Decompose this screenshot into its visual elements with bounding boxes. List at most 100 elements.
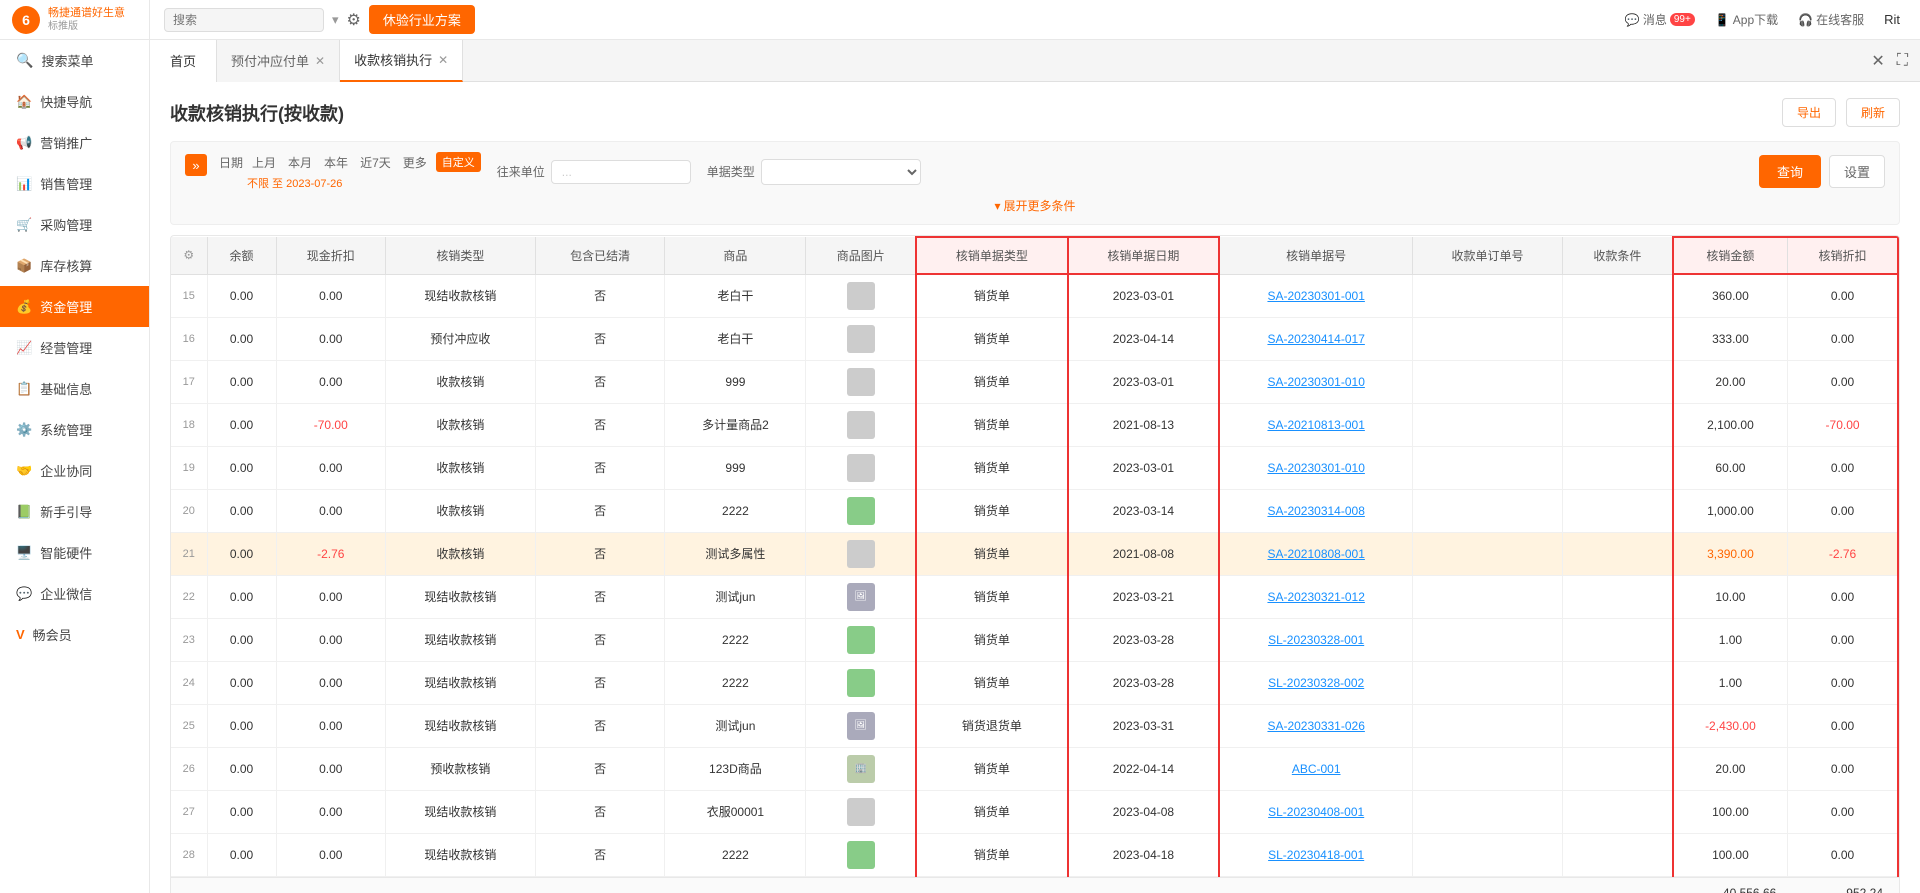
date-custom[interactable]: 自定义 [436,152,481,172]
row-product: 老白干 [665,274,806,317]
row-product: 测试jun [665,575,806,618]
row-dan-type: 销货单 [916,575,1068,618]
date-more[interactable]: 更多 [400,153,430,172]
sidebar-item-hardware[interactable]: 🖥️ 智能硬件 [0,532,149,573]
row-product: 老白干 [665,317,806,360]
row-product: 2222 [665,661,806,704]
row-settled: 否 [535,704,665,747]
row-product-img: 🖼 [806,575,916,618]
sidebar-item-shortcut[interactable]: 🏠 快捷导航 [0,81,149,122]
row-product: 测试jun [665,704,806,747]
sidebar-item-search[interactable]: 🔍 搜索菜单 [0,40,149,81]
tab-prepay-close[interactable]: ✕ [315,54,325,68]
expand-down-icon: ▾ [994,199,1000,213]
row-dan-no[interactable]: SA-20230314-008 [1219,489,1412,532]
row-hexiao-type: 现结收款核销 [385,704,535,747]
row-hexiao-amount: -2,430.00 [1673,704,1788,747]
from-unit-input[interactable]: ... [551,160,691,184]
sidebar-item-guide[interactable]: 📗 新手引导 [0,491,149,532]
row-num: 22 [171,575,207,618]
row-cash-discount: 0.00 [276,446,385,489]
tab-close-btn[interactable]: ✕ [1867,47,1888,75]
row-product-img [806,403,916,446]
industry-btn[interactable]: 休验行业方案 [369,5,475,34]
row-product: 999 [665,360,806,403]
row-sk-no [1413,532,1563,575]
tab-receipts[interactable]: 收款核销执行 ✕ [340,40,463,82]
date-7days[interactable]: 近7天 [357,153,394,172]
row-num: 24 [171,661,207,704]
row-hexiao-amount: 1.00 [1673,618,1788,661]
col-gear-header[interactable]: ⚙ [171,237,207,274]
total-discount: 952.24 [1846,886,1883,893]
row-dan-type: 销货单 [916,446,1068,489]
row-sk-no [1413,446,1563,489]
online-service-btn[interactable]: 🎧 在线客服 [1798,11,1864,28]
top-search-input[interactable] [164,8,324,32]
sidebar-item-operation[interactable]: 📈 经营管理 [0,327,149,368]
row-dan-no[interactable]: SL-20230418-001 [1219,833,1412,876]
row-dan-no[interactable]: SA-20230301-010 [1219,446,1412,489]
sidebar-item-wechat[interactable]: 💬 企业微信 [0,573,149,614]
row-sk-no [1413,489,1563,532]
sidebar-item-marketing[interactable]: 📢 营销推广 [0,122,149,163]
row-sk-cond [1562,833,1672,876]
row-dan-no[interactable]: SA-20210813-001 [1219,403,1412,446]
row-hexiao-discount: 0.00 [1788,833,1898,876]
row-hexiao-type: 现结收款核销 [385,661,535,704]
row-sk-cond [1562,360,1672,403]
row-dan-no[interactable]: ABC-001 [1219,747,1412,790]
dropdown-icon[interactable]: ▾ [332,12,339,28]
table-row: 21 0.00 -2.76 收款核销 否 测试多属性 销货单 2021-08-0… [171,532,1898,575]
row-hexiao-discount: 0.00 [1788,274,1898,317]
row-dan-no[interactable]: SA-20230301-010 [1219,360,1412,403]
row-product: 测试多属性 [665,532,806,575]
date-this-year[interactable]: 本年 [321,153,351,172]
row-dan-no[interactable]: SL-20230408-001 [1219,790,1412,833]
sidebar-item-inventory[interactable]: 📦 库存核算 [0,245,149,286]
voucher-type-select[interactable] [761,159,921,185]
col-shoukuan-no-header: 收款单订单号 [1413,237,1563,274]
query-btn[interactable]: 查询 [1759,155,1821,188]
date-this-month[interactable]: 本月 [285,153,315,172]
tab-receipts-close[interactable]: ✕ [438,53,448,67]
col-shoukuan-cond-header: 收款条件 [1562,237,1672,274]
export-btn[interactable]: 导出 [1782,98,1836,127]
settings-btn[interactable]: 设置 [1829,155,1885,188]
row-dan-no[interactable]: SA-20210808-001 [1219,532,1412,575]
message-btn[interactable]: 💬 消息 99+ [1625,11,1695,28]
filter-arrow[interactable]: » [185,154,207,176]
sidebar-item-finance[interactable]: 💰 资金管理 [0,286,149,327]
row-hexiao-discount: 0.00 [1788,661,1898,704]
row-dan-no[interactable]: SA-20230331-026 [1219,704,1412,747]
row-dan-no[interactable]: SL-20230328-002 [1219,661,1412,704]
row-dan-no[interactable]: SA-20230321-012 [1219,575,1412,618]
tab-prepay[interactable]: 预付冲应付单 ✕ [217,40,340,82]
sidebar-item-system[interactable]: ⚙️ 系统管理 [0,409,149,450]
sidebar-item-sales[interactable]: 📊 销售管理 [0,163,149,204]
row-balance: 0.00 [207,274,276,317]
row-dan-no[interactable]: SL-20230328-001 [1219,618,1412,661]
expand-conditions-btn[interactable]: ▾ 展开更多条件 [994,197,1075,214]
refresh-btn[interactable]: 刷新 [1846,98,1900,127]
row-hexiao-discount: -2.76 [1788,532,1898,575]
row-num: 16 [171,317,207,360]
app-download-btn[interactable]: 📱 App下载 [1715,11,1778,28]
row-hexiao-type: 现结收款核销 [385,790,535,833]
tab-home[interactable]: 首页 [150,40,217,82]
row-dan-no[interactable]: SA-20230414-017 [1219,317,1412,360]
row-hexiao-type: 现结收款核销 [385,618,535,661]
tab-expand-btn[interactable]: ⛶ [1893,48,1912,74]
from-unit-label: 往来单位 [497,163,545,180]
sidebar-item-basic[interactable]: 📋 基础信息 [0,368,149,409]
row-product-img [806,317,916,360]
gear-icon[interactable]: ⚙ [347,10,361,30]
sidebar-item-purchase[interactable]: 🛒 采购管理 [0,204,149,245]
date-last-month[interactable]: 上月 [249,153,279,172]
user-name[interactable]: Rit [1884,12,1900,27]
sidebar-item-enterprise[interactable]: 🤝 企业协同 [0,450,149,491]
row-dan-no[interactable]: SA-20230301-001 [1219,274,1412,317]
row-hexiao-type: 预收款核销 [385,747,535,790]
row-dan-date: 2023-04-14 [1068,317,1220,360]
sidebar-item-vip[interactable]: V 畅会员 [0,614,149,655]
